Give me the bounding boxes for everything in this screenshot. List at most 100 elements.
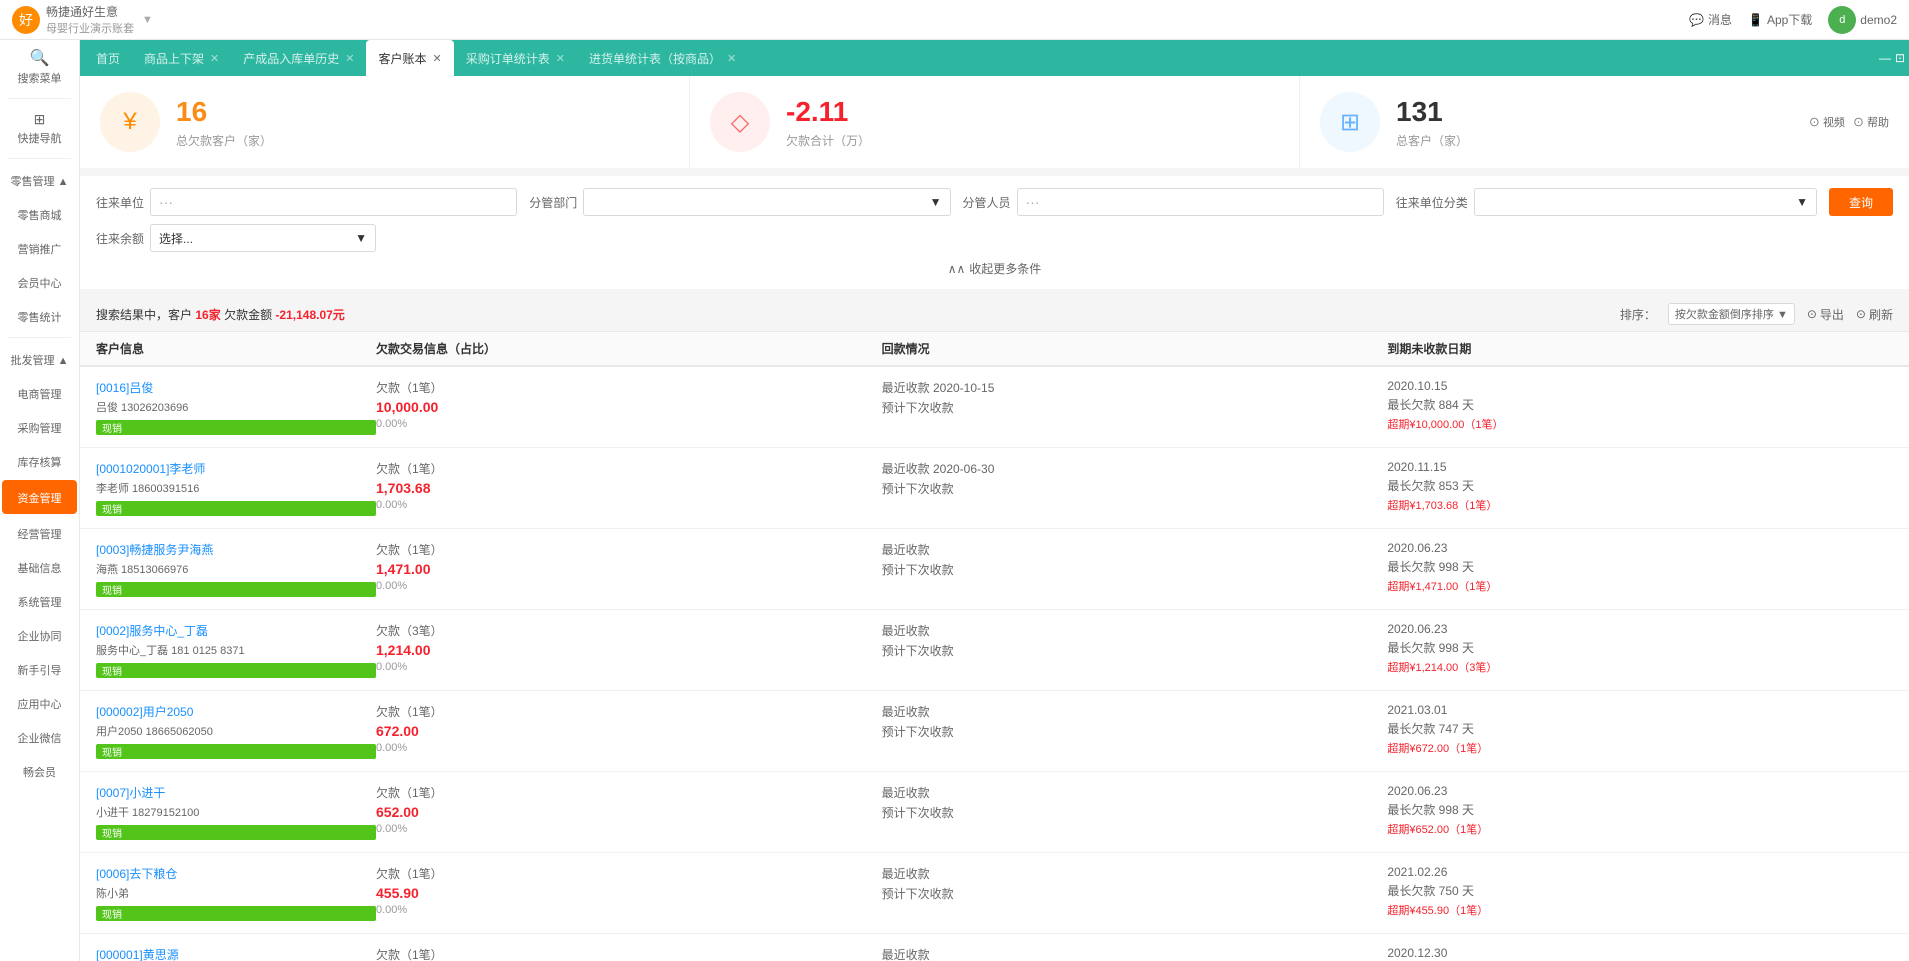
view-video-btn[interactable]: ⊙ 视频 — [1809, 114, 1845, 130]
sidebar-item-purchase[interactable]: 采购管理 — [0, 410, 79, 444]
tab-close-purchase-inventory[interactable]: ✕ — [727, 52, 736, 65]
due-date-1: 2020.11.15 — [1387, 460, 1893, 474]
customer-tag-1: 现销 — [96, 501, 376, 516]
balance-select[interactable]: 选择... ▼ — [150, 224, 376, 252]
debt-customers-info: 16 总欠款客户（家） — [176, 96, 272, 149]
sidebar-item-basic-info[interactable]: 基础信息 — [0, 550, 79, 584]
logo-area: 好 畅捷通好生意 母婴行业演示账套 — [12, 3, 134, 36]
sort-select[interactable]: 按欠款金额倒序排序 ▼ — [1668, 303, 1795, 325]
overdue-amount-5[interactable]: 超期¥652.00（1笔） — [1387, 821, 1893, 837]
sidebar-item-retail-stats[interactable]: 零售统计 — [0, 299, 79, 333]
sidebar-item-inventory[interactable]: 库存核算 — [0, 444, 79, 478]
sidebar-item-quick-nav[interactable]: ⊞ 快捷导航 — [0, 103, 79, 154]
sidebar-item-vip-member[interactable]: 畅会员 — [0, 754, 79, 788]
sidebar-item-ecommerce[interactable]: 电商管理 — [0, 376, 79, 410]
sort-label: 排序： — [1620, 306, 1656, 323]
sidebar-item-new-guide[interactable]: 新手引导 — [0, 652, 79, 686]
customer-name-6[interactable]: [0006]去下粮仓 — [96, 865, 376, 882]
customer-name-3[interactable]: [0002]服务中心_丁磊 — [96, 622, 376, 639]
sidebar-search-btn[interactable]: 🔍 搜索菜单 — [0, 40, 79, 94]
overdue-amount-4[interactable]: 超期¥672.00（1笔） — [1387, 740, 1893, 756]
balance-chevron: ▼ — [355, 231, 367, 245]
dept-label: 分管部门 — [529, 194, 577, 211]
tab-close-customer-account[interactable]: ✕ — [433, 52, 442, 65]
customer-phone-6: 陈小弟 — [96, 885, 376, 901]
stat-card-total-customers: ⊞ 131 总客户（家） ⊙ 视频 ⊙ 帮助 — [1300, 76, 1909, 168]
due-date-4: 2021.03.01 — [1387, 703, 1893, 717]
result-info: 搜索结果中，客户 16家 欠款金额 -21,148.07元 — [96, 306, 345, 323]
view-help-btn[interactable]: ⊙ 帮助 — [1853, 114, 1889, 130]
sidebar-item-retail-shop[interactable]: 零售商城 — [0, 197, 79, 231]
overdue-days-6: 最长欠款 750 天 — [1387, 882, 1893, 899]
tab-close-product-shelf[interactable]: ✕ — [210, 52, 219, 65]
collapse-btn[interactable]: ∧∧ 收起更多条件 — [96, 260, 1893, 277]
overdue-days-5: 最长欠款 998 天 — [1387, 801, 1893, 818]
sidebar-item-system[interactable]: 系统管理 — [0, 584, 79, 618]
debt-total-label: 欠款合计（万） — [786, 132, 870, 149]
sidebar-item-app-center[interactable]: 应用中心 — [0, 686, 79, 720]
stat-card-debt-customers: ¥ 16 总欠款客户（家） — [80, 76, 690, 168]
overdue-amount-0[interactable]: 超期¥10,000.00（1笔） — [1387, 416, 1893, 432]
tab-purchase-stats[interactable]: 采购订单统计表 ✕ — [454, 40, 577, 76]
customer-name-7[interactable]: [000001]黄思源 — [96, 946, 376, 961]
tab-close-product-history[interactable]: ✕ — [345, 52, 354, 65]
debt-amount-1: 1,703.68 — [376, 480, 882, 496]
tab-customer-account[interactable]: 客户账本 ✕ — [366, 40, 453, 76]
customer-info-4: [000002]用户2050 用户2050 18665062050 现销 — [96, 703, 376, 759]
manager-input[interactable]: ··· — [1017, 188, 1384, 216]
sidebar-item-finance[interactable]: 资金管理 — [2, 480, 77, 514]
tab-maximize-icon[interactable]: ⊡ — [1895, 51, 1905, 65]
customer-name-4[interactable]: [000002]用户2050 — [96, 703, 376, 720]
debt-count-0: 欠款（1笔） — [376, 379, 882, 396]
sidebar-item-batch-mgmt[interactable]: 批发管理 ▲ — [0, 342, 79, 376]
expand-icon[interactable]: ▼ — [142, 14, 153, 26]
tab-minimize-icon[interactable]: — — [1879, 51, 1891, 65]
sidebar-item-operations[interactable]: 经营管理 — [0, 516, 79, 550]
return-info-1: 最近收款 2020-06-30 预计下次收款 — [882, 460, 1388, 497]
debt-ratio-0: 0.00% — [376, 418, 882, 430]
due-info-1: 2020.11.15 最长欠款 853 天 超期¥1,703.68（1笔） — [1387, 460, 1893, 513]
overdue-amount-6[interactable]: 超期¥455.90（1笔） — [1387, 902, 1893, 918]
sidebar-item-member[interactable]: 会员中心 — [0, 265, 79, 299]
user-area[interactable]: d demo2 — [1828, 6, 1897, 34]
sidebar-divider-3 — [8, 337, 71, 338]
unit-category-select[interactable]: ▼ — [1474, 188, 1817, 216]
export-btn[interactable]: ⊙ 导出 — [1807, 306, 1844, 323]
refresh-btn[interactable]: ⊙ 刷新 — [1856, 306, 1893, 323]
customer-phone-2: 海燕 18513066976 — [96, 561, 376, 577]
dept-select[interactable]: ▼ — [583, 188, 950, 216]
customer-name-1[interactable]: [0001020001]李老师 — [96, 460, 376, 477]
app-download-btn[interactable]: 📱 App下载 — [1748, 11, 1812, 28]
message-btn[interactable]: 💬 消息 — [1689, 11, 1732, 28]
customer-name-5[interactable]: [0007]小进干 — [96, 784, 376, 801]
query-button[interactable]: 查询 — [1829, 188, 1893, 216]
return-info-4: 最近收款 预计下次收款 — [882, 703, 1388, 740]
filter-manager: 分管人员 ··· — [963, 188, 1384, 216]
customer-info-6: [0006]去下粮仓 陈小弟 现销 — [96, 865, 376, 921]
overdue-amount-1[interactable]: 超期¥1,703.68（1笔） — [1387, 497, 1893, 513]
customer-name-2[interactable]: [0003]畅捷服务尹海燕 — [96, 541, 376, 558]
return-info-2: 最近收款 预计下次收款 — [882, 541, 1388, 578]
tab-home[interactable]: 首页 — [84, 40, 132, 76]
col-header-due: 到期未收款日期 — [1387, 340, 1893, 357]
debt-ratio-6: 0.00% — [376, 904, 882, 916]
filter-dept: 分管部门 ▼ — [529, 188, 950, 216]
sidebar-item-enterprise-wechat[interactable]: 企业微信 — [0, 720, 79, 754]
sidebar-item-enterprise-collab[interactable]: 企业协同 — [0, 618, 79, 652]
from-unit-input[interactable]: ··· — [150, 188, 517, 216]
next-payment-4: 预计下次收款 — [882, 723, 1388, 740]
avatar: d — [1828, 6, 1856, 34]
sidebar-item-retail-mgmt[interactable]: 零售管理 ▲ — [0, 163, 79, 197]
debt-ratio-3: 0.00% — [376, 661, 882, 673]
overdue-amount-2[interactable]: 超期¥1,471.00（1笔） — [1387, 578, 1893, 594]
last-payment-5: 最近收款 — [882, 784, 1388, 801]
tab-product-shelf[interactable]: 商品上下架 ✕ — [132, 40, 231, 76]
sidebar: 🔍 搜索菜单 ⊞ 快捷导航 零售管理 ▲ 零售商城 营销推广 会员中心 零售统计… — [0, 40, 80, 961]
tab-purchase-inventory[interactable]: 进货单统计表（按商品） ✕ — [577, 40, 748, 76]
debt-total-value: -2.11 — [786, 96, 870, 128]
sidebar-item-marketing[interactable]: 营销推广 — [0, 231, 79, 265]
tab-product-history[interactable]: 产成品入库单历史 ✕ — [231, 40, 366, 76]
overdue-amount-3[interactable]: 超期¥1,214.00（3笔） — [1387, 659, 1893, 675]
customer-name-0[interactable]: [0016]吕俊 — [96, 379, 376, 396]
tab-close-purchase-stats[interactable]: ✕ — [556, 52, 565, 65]
